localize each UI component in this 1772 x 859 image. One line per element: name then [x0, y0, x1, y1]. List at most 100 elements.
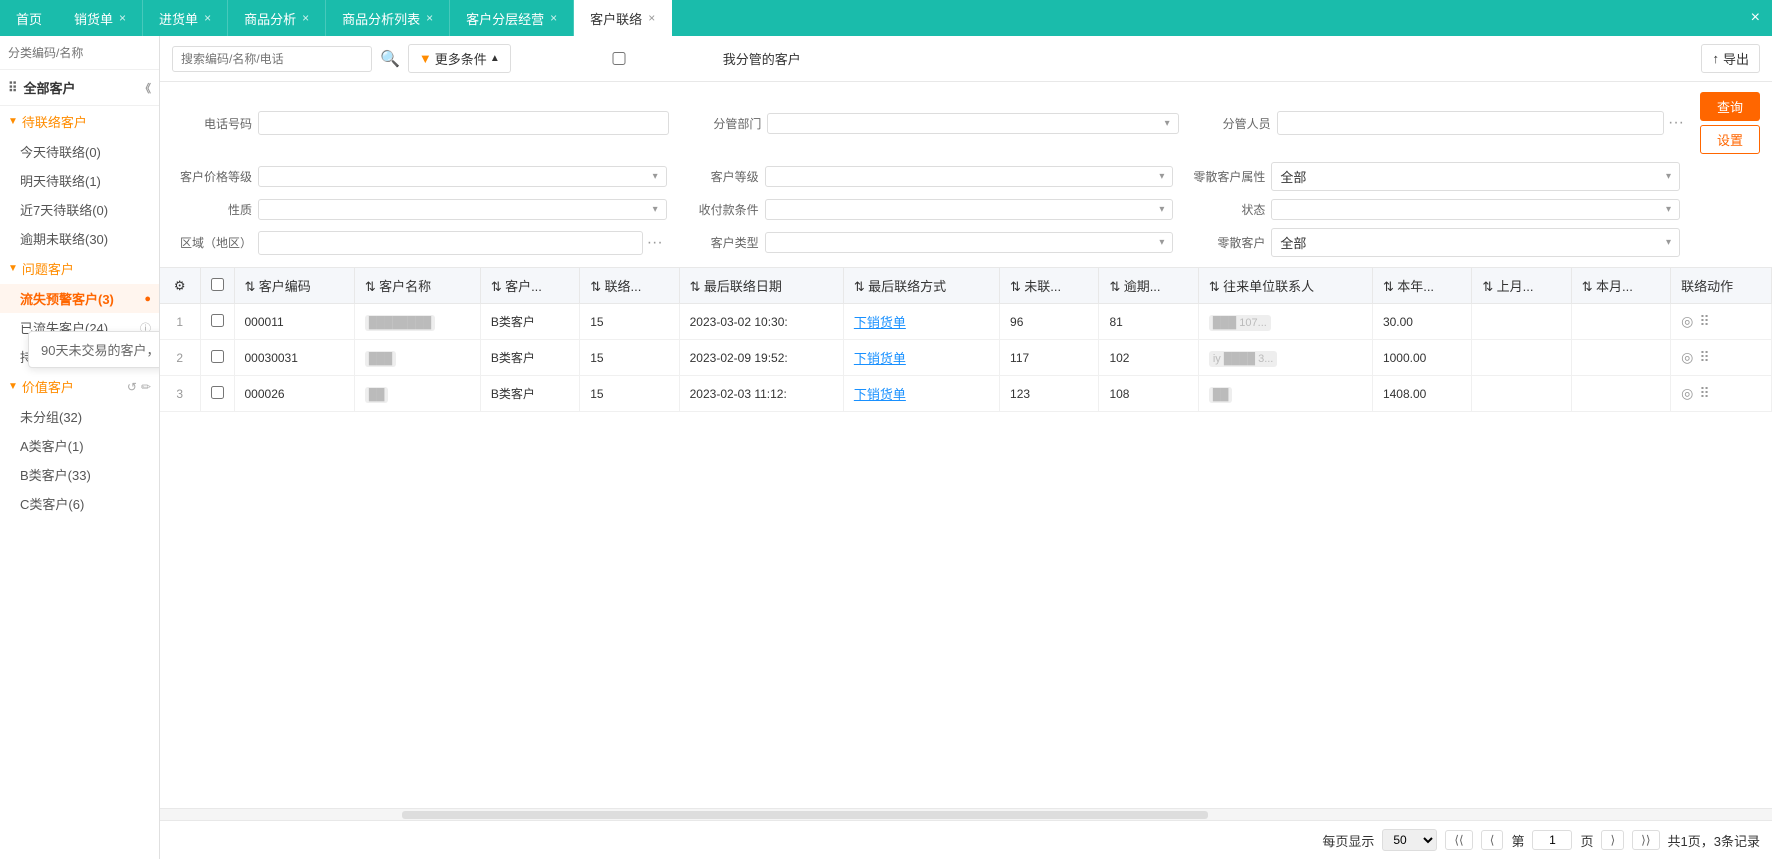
td-check-1[interactable]: [200, 304, 234, 340]
row1-contact-icon[interactable]: ◎: [1681, 313, 1693, 330]
th-this-month[interactable]: ⇅ 本月...: [1571, 268, 1670, 304]
th-code[interactable]: ⇅ 客户编码: [234, 268, 354, 304]
scroll-thumb[interactable]: [402, 811, 1208, 819]
sidebar-item-b-class[interactable]: B类客户(33): [0, 460, 159, 489]
tab-customer-contact[interactable]: 客户联络 ×: [574, 0, 672, 36]
manager-more-dots[interactable]: ···: [1664, 114, 1688, 132]
price-level-select[interactable]: ▾: [258, 166, 667, 187]
th-annual[interactable]: ⇅ 本年...: [1372, 268, 1471, 304]
th-uncontacted-days[interactable]: ⇅ 未联...: [1000, 268, 1099, 304]
value-edit-icon[interactable]: ✏: [141, 380, 151, 394]
td-index-3: 3: [160, 376, 200, 412]
td-annual-3: 1408.00: [1372, 376, 1471, 412]
search-input[interactable]: [172, 46, 372, 72]
more-conditions-label: 更多条件: [435, 49, 487, 68]
sidebar-item-7days[interactable]: 近7天待联络(0): [0, 195, 159, 224]
tab-product-list-close[interactable]: ×: [426, 11, 433, 25]
td-method-3[interactable]: 下销货单: [843, 376, 999, 412]
tab-product-list[interactable]: 商品分析列表 ×: [326, 0, 450, 36]
tab-product-analysis[interactable]: 商品分析 ×: [228, 0, 326, 36]
my-customers-checkbox[interactable]: [519, 52, 719, 65]
row1-more-icon[interactable]: ⠿: [1699, 313, 1709, 330]
grid-icon: ⠿: [8, 80, 18, 96]
region-input[interactable]: [258, 231, 643, 255]
settings-button[interactable]: 设置: [1700, 125, 1760, 154]
payment-select[interactable]: ▾: [765, 199, 1174, 220]
sidebar-group-problem[interactable]: ▼ 问题客户: [0, 253, 159, 284]
th-contact-person[interactable]: ⇅ 往来单位联系人: [1198, 268, 1372, 304]
zero-retail-attr-select[interactable]: 全部 ▾: [1271, 162, 1680, 191]
zero-retail-select2[interactable]: 全部 ▾: [1271, 228, 1680, 257]
th-settings[interactable]: ⚙: [160, 268, 200, 304]
global-close-btn[interactable]: ×: [1739, 0, 1772, 36]
sidebar-item-churn-warning[interactable]: 流失预警客户(3) ●: [0, 284, 159, 313]
tab-customer-segment[interactable]: 客户分层经营 ×: [450, 0, 574, 36]
manager-input[interactable]: [1277, 111, 1664, 135]
tab-sales[interactable]: 销货单 ×: [58, 0, 143, 36]
page-input[interactable]: [1532, 830, 1572, 850]
th-contact-count[interactable]: ⇅ 联络...: [580, 268, 679, 304]
sidebar-all-customers[interactable]: ⠿ 全部客户 《: [0, 70, 159, 106]
sidebar-item-overdue[interactable]: 逾期未联络(30): [0, 224, 159, 253]
prev-page-btn[interactable]: ⟨: [1481, 830, 1504, 850]
customer-type-select[interactable]: ▾: [765, 232, 1174, 253]
td-type-3: B类客户: [480, 376, 579, 412]
page-size-select[interactable]: 50 100 200: [1382, 829, 1437, 851]
row1-checkbox[interactable]: [211, 314, 224, 327]
next-page-btn[interactable]: ⟩: [1601, 830, 1624, 850]
horizontal-scrollbar[interactable]: [160, 808, 1772, 820]
th-name[interactable]: ⇅ 客户名称: [354, 268, 480, 304]
region-more-dots[interactable]: ···: [643, 234, 667, 252]
sidebar-search-input[interactable]: [8, 46, 160, 60]
gender-select[interactable]: ▾: [258, 199, 667, 220]
value-refresh-icon[interactable]: ↺: [127, 380, 137, 394]
more-conditions-button[interactable]: ▼ 更多条件 ▲: [408, 44, 511, 73]
sidebar-item-ungrouped[interactable]: 未分组(32): [0, 402, 159, 431]
td-check-3[interactable]: [200, 376, 234, 412]
sidebar-item-tomorrow[interactable]: 明天待联络(1): [0, 166, 159, 195]
sidebar-item-c-class[interactable]: C类客户(6): [0, 489, 159, 518]
sidebar-item-a-class[interactable]: A类客户(1): [0, 431, 159, 460]
row3-contact-icon[interactable]: ◎: [1681, 385, 1693, 402]
sidebar-group-value[interactable]: ▼ 价值客户 ↺ ✏: [0, 371, 159, 402]
th-last-contact-method[interactable]: ⇅ 最后联络方式: [843, 268, 999, 304]
phone-input[interactable]: [258, 111, 669, 135]
status-select[interactable]: ▾: [1271, 199, 1680, 220]
export-label: 导出: [1723, 49, 1749, 68]
department-select[interactable]: ▾: [767, 113, 1178, 134]
row2-contact-icon[interactable]: ◎: [1681, 349, 1693, 366]
th-last-month[interactable]: ⇅ 上月...: [1472, 268, 1571, 304]
customer-level-select[interactable]: ▾: [765, 166, 1174, 187]
sidebar-item-today[interactable]: 今天待联络(0): [0, 137, 159, 166]
row3-checkbox[interactable]: [211, 386, 224, 399]
sidebar-group-pending[interactable]: ▼ 待联络客户: [0, 106, 159, 137]
select-all-checkbox[interactable]: [211, 278, 224, 291]
tab-purchase-close[interactable]: ×: [204, 11, 211, 25]
row3-more-icon[interactable]: ⠿: [1699, 385, 1709, 402]
td-type-2: B类客户: [480, 340, 579, 376]
td-person-1: ███ 107...: [1198, 304, 1372, 340]
last-page-btn[interactable]: ⟩⟩: [1632, 830, 1659, 850]
zero-retail-value2: 全部: [1280, 233, 1306, 252]
tab-purchase[interactable]: 进货单 ×: [143, 0, 228, 36]
tab-product-analysis-close[interactable]: ×: [302, 11, 309, 25]
my-customers-checkbox-label[interactable]: 我分管的客户: [519, 49, 801, 68]
first-page-btn[interactable]: ⟨⟨: [1445, 830, 1472, 850]
row2-checkbox[interactable]: [211, 350, 224, 363]
td-check-2[interactable]: [200, 340, 234, 376]
query-button[interactable]: 查询: [1700, 92, 1760, 121]
th-overdue-days[interactable]: ⇅ 逾期...: [1099, 268, 1198, 304]
tab-sales-close[interactable]: ×: [119, 11, 126, 25]
td-method-2[interactable]: 下销货单: [843, 340, 999, 376]
export-button[interactable]: ↑ 导出: [1701, 44, 1760, 73]
tab-home[interactable]: 首页: [0, 0, 58, 36]
th-last-contact-date[interactable]: ⇅ 最后联络日期: [679, 268, 843, 304]
tab-customer-segment-close[interactable]: ×: [550, 11, 557, 25]
zero-retail-attr-group: 零散客户属性 全部 ▾: [1185, 162, 1680, 191]
th-customer-type[interactable]: ⇅ 客户...: [480, 268, 579, 304]
pending-group-label: 待联络客户: [22, 112, 87, 131]
search-button[interactable]: 🔍: [380, 49, 400, 69]
row2-more-icon[interactable]: ⠿: [1699, 349, 1709, 366]
tab-customer-contact-close[interactable]: ×: [648, 11, 655, 25]
td-method-1[interactable]: 下销货单: [843, 304, 999, 340]
